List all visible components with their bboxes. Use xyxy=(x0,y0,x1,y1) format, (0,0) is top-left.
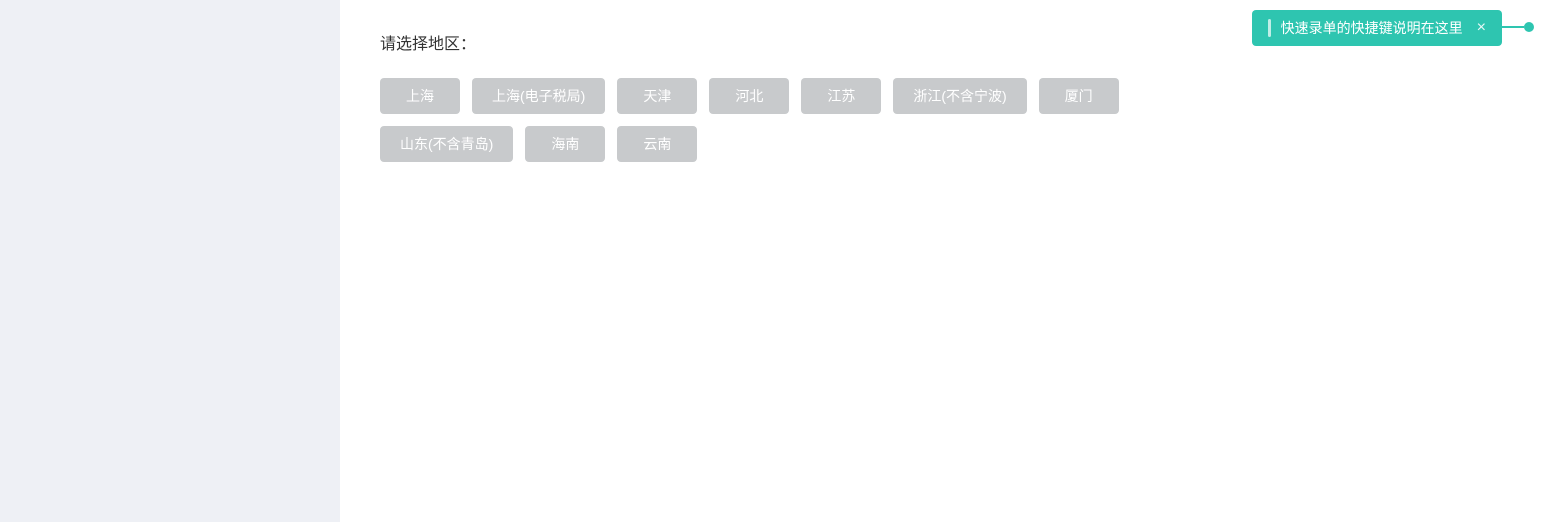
region-button[interactable]: 云南 xyxy=(617,126,697,162)
region-button[interactable]: 上海(电子税局) xyxy=(472,78,605,114)
region-button[interactable]: 天津 xyxy=(617,78,697,114)
region-button[interactable]: 海南 xyxy=(525,126,605,162)
tooltip-bar xyxy=(1268,19,1271,37)
left-sidebar xyxy=(0,0,340,522)
region-button[interactable]: 浙江(不含宁波) xyxy=(893,78,1026,114)
region-button[interactable]: 厦门 xyxy=(1039,78,1119,114)
tooltip-banner: 快速录单的快捷键说明在这里 × xyxy=(1252,10,1502,46)
connector-line xyxy=(1502,26,1524,28)
tooltip-text: 快速录单的快捷键说明在这里 xyxy=(1281,18,1463,38)
region-button[interactable]: 上海 xyxy=(380,78,460,114)
main-content: 请选择地区： 上海上海(电子税局)天津河北江苏浙江(不含宁波)厦门 山东(不含青… xyxy=(340,0,1562,522)
tooltip-close-icon[interactable]: × xyxy=(1477,19,1486,37)
region-button[interactable]: 山东(不含青岛) xyxy=(380,126,513,162)
region-buttons-row1: 上海上海(电子税局) 天津河北江苏浙江(不含宁波) 厦门 xyxy=(380,78,1522,114)
region-buttons-row2: 山东(不含青岛) 海南云南 xyxy=(380,126,1522,162)
region-button[interactable]: 江苏 xyxy=(801,78,881,114)
region-button[interactable]: 河北 xyxy=(709,78,789,114)
connector-dot xyxy=(1524,22,1534,32)
